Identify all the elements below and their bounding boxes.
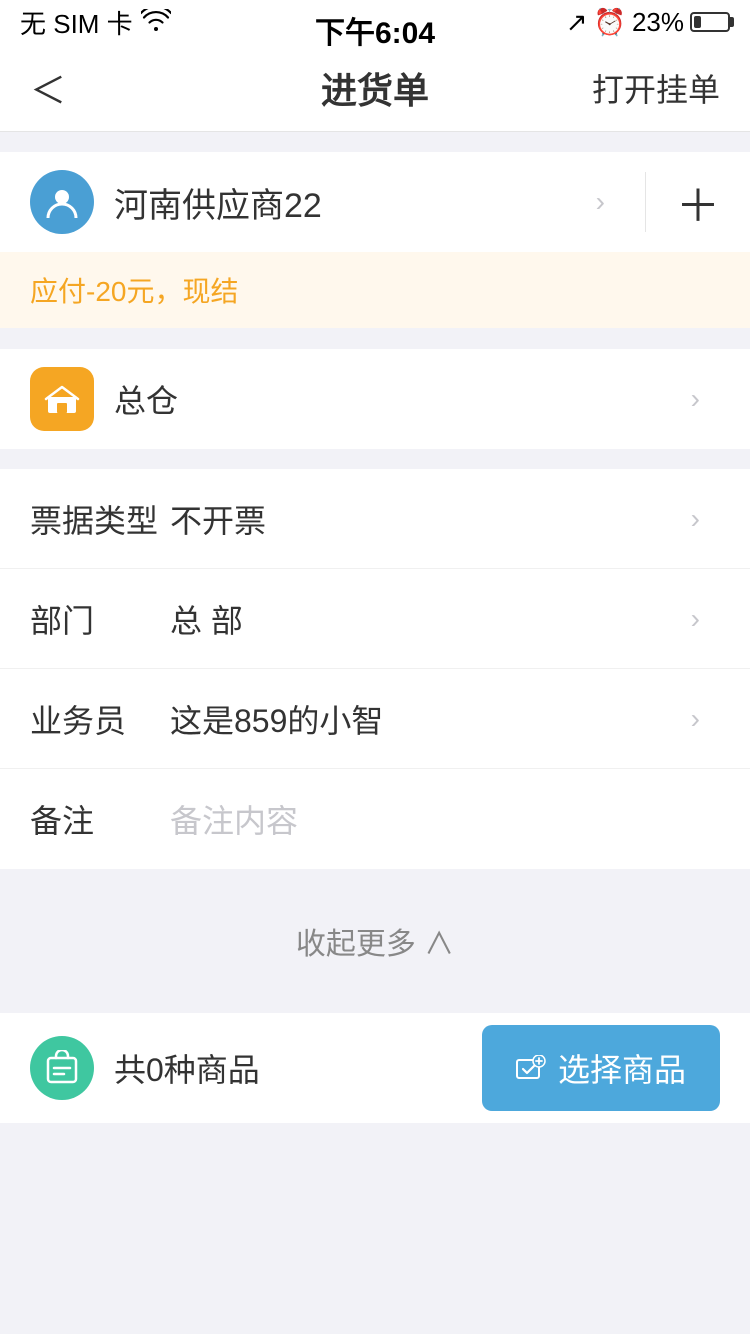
warehouse-chevron-icon: › (691, 383, 700, 415)
invoice-type-value: 不开票 (170, 496, 691, 542)
invoice-type-chevron-icon: › (691, 503, 700, 535)
wifi-icon (141, 7, 171, 38)
collapse-label: 收起更多 ∧ (296, 928, 454, 961)
section-gap-1 (0, 132, 750, 152)
carrier-text: 无 SIM 卡 (20, 4, 133, 41)
warehouse-name: 总仓 (114, 376, 691, 422)
nav-title: 进货单 (321, 44, 429, 132)
remark-label: 备注 (30, 796, 170, 842)
salesperson-row[interactable]: 业务员 这是859的小智 › (0, 669, 750, 769)
battery-icon (690, 12, 730, 32)
salesperson-label: 业务员 (30, 696, 170, 742)
supplier-section: 河南供应商22 › ＋ 应付-20元，现结 (0, 152, 750, 329)
status-bar: 无 SIM 卡 下午6:04 ↗ ⏰ 23% (0, 0, 750, 44)
remark-input[interactable]: 备注内容 (170, 796, 720, 842)
supplier-row[interactable]: 河南供应商22 › ＋ (0, 152, 750, 252)
warehouse-icon-wrap (30, 367, 94, 431)
status-left: 无 SIM 卡 (20, 4, 171, 41)
bottom-bar: 共0种商品 选择商品 (0, 1013, 750, 1123)
back-button[interactable]: ＜ (30, 62, 66, 114)
supplier-name: 河南供应商22 (114, 178, 596, 227)
product-icon-wrap (30, 1036, 94, 1100)
warning-bar: 应付-20元，现结 (0, 252, 750, 329)
department-chevron-icon: › (691, 603, 700, 635)
warehouse-row[interactable]: 总仓 › (0, 349, 750, 449)
add-supplier-button[interactable]: ＋ (666, 170, 720, 234)
select-product-label: 选择商品 (558, 1045, 686, 1091)
department-row[interactable]: 部门 总 部 › (0, 569, 750, 669)
status-right: ↗ ⏰ 23% (566, 7, 730, 38)
product-count: 共0种商品 (114, 1045, 482, 1091)
invoice-type-row[interactable]: 票据类型 不开票 › (0, 469, 750, 569)
department-value: 总 部 (170, 596, 691, 642)
select-product-button[interactable]: 选择商品 (482, 1025, 720, 1111)
invoice-type-label: 票据类型 (30, 496, 170, 542)
salesperson-value: 这是859的小智 (170, 696, 691, 742)
nav-bar: ＜ 进货单 打开挂单 (0, 44, 750, 132)
supplier-avatar (30, 170, 94, 234)
battery-percent: 23% (632, 7, 684, 38)
remark-row[interactable]: 备注 备注内容 (0, 769, 750, 869)
supplier-chevron-icon: › (596, 186, 605, 218)
alarm-icon: ⏰ (594, 7, 626, 38)
form-section: 票据类型 不开票 › 部门 总 部 › 业务员 这是859的小智 › 备注 备注… (0, 469, 750, 869)
salesperson-chevron-icon: › (691, 703, 700, 735)
collapse-row[interactable]: 收起更多 ∧ (0, 889, 750, 993)
open-pending-button[interactable]: 打开挂单 (592, 65, 720, 111)
warning-text: 应付-20元，现结 (30, 276, 238, 307)
divider-vertical (645, 172, 646, 232)
location-icon: ↗ (566, 7, 588, 38)
department-label: 部门 (30, 596, 170, 642)
